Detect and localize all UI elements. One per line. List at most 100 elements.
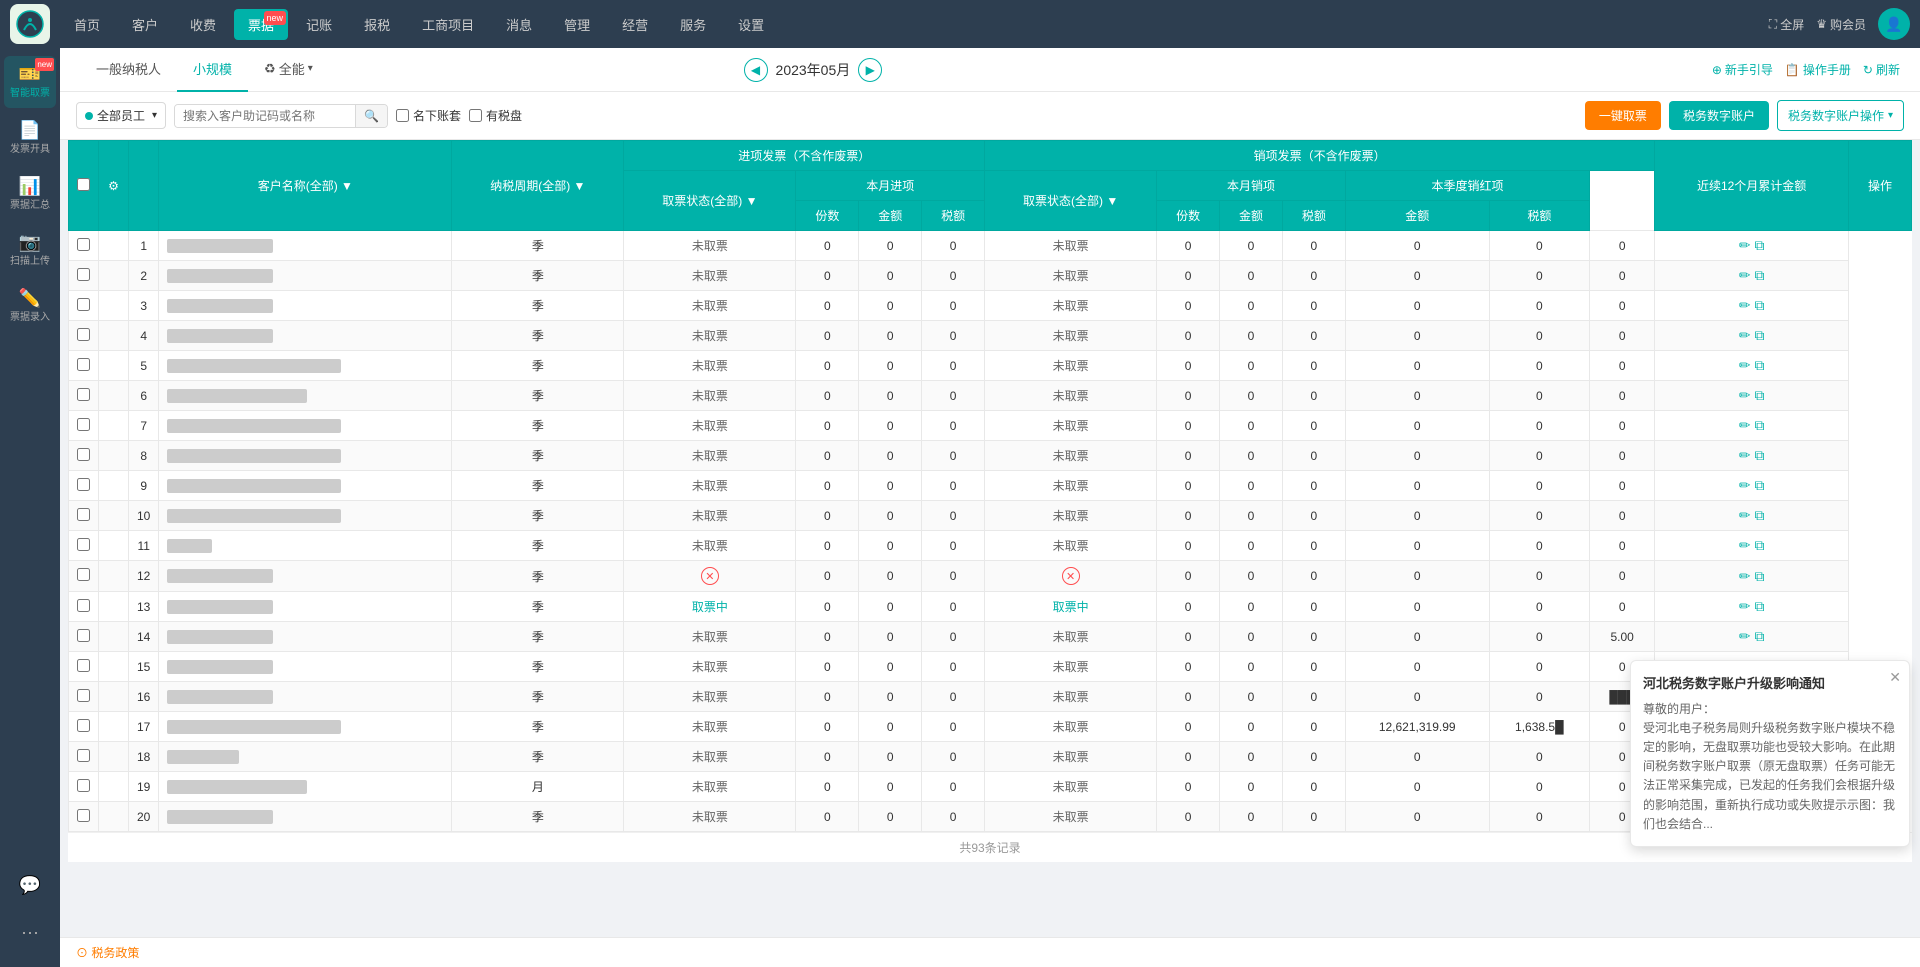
nav-home[interactable]: 首页 <box>60 9 114 40</box>
ledger-checkbox[interactable] <box>396 109 409 122</box>
search-button[interactable]: 🔍 <box>355 105 387 127</box>
edit-btn[interactable]: ✏ <box>1739 447 1751 464</box>
row-checkbox[interactable] <box>77 719 90 732</box>
row-checkbox-cell[interactable] <box>69 772 99 802</box>
copy-btn[interactable]: ⧉ <box>1755 598 1765 615</box>
edit-btn[interactable]: ✏ <box>1739 387 1751 404</box>
th-tax-period[interactable]: 纳税周期(全部) ▼ <box>452 141 624 231</box>
operation-manual-btn[interactable]: 📋 操作手册 <box>1785 61 1851 78</box>
copy-btn[interactable]: ⧉ <box>1755 237 1765 254</box>
new-user-guide-btn[interactable]: ⊕ 新手引导 <box>1712 61 1773 78</box>
copy-btn[interactable]: ⧉ <box>1755 357 1765 374</box>
edit-btn[interactable]: ✏ <box>1739 507 1751 524</box>
edit-btn[interactable]: ✏ <box>1739 628 1751 645</box>
one-click-ticket-btn[interactable]: 一键取票 <box>1585 101 1661 130</box>
row-checkbox[interactable] <box>77 629 90 642</box>
edit-btn[interactable]: ✏ <box>1739 297 1751 314</box>
th-customer-name[interactable]: 客户名称(全部) ▼ <box>159 141 452 231</box>
edit-btn[interactable]: ✏ <box>1739 417 1751 434</box>
copy-btn[interactable]: ⧉ <box>1755 267 1765 284</box>
row-checkbox[interactable] <box>77 298 90 311</box>
copy-btn[interactable]: ⧉ <box>1755 297 1765 314</box>
nav-tax[interactable]: 报税 <box>350 9 404 40</box>
nav-operation[interactable]: 经营 <box>608 9 662 40</box>
prev-month-btn[interactable]: ◀ <box>744 58 768 82</box>
edit-btn[interactable]: ✏ <box>1739 477 1751 494</box>
tax-disk-checkbox-label[interactable]: 有税盘 <box>469 107 522 124</box>
nav-customer[interactable]: 客户 <box>118 9 172 40</box>
employee-select[interactable]: 全部员工 ▾ <box>76 102 166 129</box>
row-checkbox-cell[interactable] <box>69 712 99 742</box>
row-checkbox-cell[interactable] <box>69 561 99 592</box>
row-checkbox[interactable] <box>77 809 90 822</box>
row-checkbox-cell[interactable] <box>69 622 99 652</box>
copy-btn[interactable]: ⧉ <box>1755 447 1765 464</box>
tab-small-scale[interactable]: 小规模 <box>177 48 248 92</box>
notification-close-btn[interactable]: ✕ <box>1889 669 1901 686</box>
nav-business[interactable]: 工商项目 <box>408 9 488 40</box>
row-checkbox[interactable] <box>77 358 90 371</box>
ledger-checkbox-label[interactable]: 名下账套 <box>396 107 461 124</box>
row-checkbox[interactable] <box>77 779 90 792</box>
row-checkbox[interactable] <box>77 599 90 612</box>
copy-btn[interactable]: ⧉ <box>1755 387 1765 404</box>
select-all-checkbox[interactable] <box>77 178 90 191</box>
row-checkbox[interactable] <box>77 328 90 341</box>
edit-btn[interactable]: ✏ <box>1739 237 1751 254</box>
copy-btn[interactable]: ⧉ <box>1755 417 1765 434</box>
th-out-status[interactable]: 取票状态(全部) ▼ <box>985 171 1157 231</box>
row-checkbox[interactable] <box>77 689 90 702</box>
row-checkbox-cell[interactable] <box>69 592 99 622</box>
copy-btn[interactable]: ⧉ <box>1755 568 1765 585</box>
search-input[interactable] <box>175 105 355 127</box>
row-checkbox[interactable] <box>77 508 90 521</box>
row-checkbox-cell[interactable] <box>69 802 99 832</box>
sidebar-item-help[interactable]: 💬 <box>4 867 56 907</box>
row-checkbox-cell[interactable] <box>69 471 99 501</box>
row-checkbox-cell[interactable] <box>69 351 99 381</box>
row-checkbox[interactable] <box>77 568 90 581</box>
tax-policy-link[interactable]: ⊙ 税务政策 <box>76 944 139 961</box>
row-checkbox[interactable] <box>77 418 90 431</box>
tab-all-capable[interactable]: ♻ 全能 ▾ <box>248 48 329 92</box>
fullscreen-btn[interactable]: ⛶ 全屏 <box>1769 16 1804 33</box>
edit-btn[interactable]: ✏ <box>1739 598 1751 615</box>
edit-btn[interactable]: ✏ <box>1739 357 1751 374</box>
nav-management[interactable]: 管理 <box>550 9 604 40</box>
tax-disk-checkbox[interactable] <box>469 109 482 122</box>
row-checkbox-cell[interactable] <box>69 291 99 321</box>
digital-account-btn[interactable]: 税务数字账户 <box>1669 101 1769 130</box>
row-checkbox-cell[interactable] <box>69 531 99 561</box>
edit-btn[interactable]: ✏ <box>1739 537 1751 554</box>
copy-btn[interactable]: ⧉ <box>1755 327 1765 344</box>
digital-account-operation-btn[interactable]: 税务数字账户操作 ▾ <box>1777 100 1904 131</box>
copy-btn[interactable]: ⧉ <box>1755 477 1765 494</box>
row-checkbox-cell[interactable] <box>69 321 99 351</box>
th-in-status[interactable]: 取票状态(全部) ▼ <box>624 171 796 231</box>
user-avatar[interactable]: 👤 <box>1878 8 1910 40</box>
sidebar-item-smart-ticket[interactable]: 🎫 智能取票 new <box>4 56 56 108</box>
nav-accounting[interactable]: 记账 <box>292 9 346 40</box>
edit-btn[interactable]: ✏ <box>1739 327 1751 344</box>
sidebar-item-more[interactable]: ⋯ <box>4 915 56 955</box>
nav-billing[interactable]: 收费 <box>176 9 230 40</box>
row-checkbox-cell[interactable] <box>69 441 99 471</box>
sidebar-item-invoice-entry[interactable]: ✏️ 票据录入 <box>4 280 56 332</box>
sidebar-item-invoice-summary[interactable]: 📊 票据汇总 <box>4 168 56 220</box>
copy-btn[interactable]: ⧉ <box>1755 628 1765 645</box>
copy-btn[interactable]: ⧉ <box>1755 507 1765 524</box>
row-checkbox-cell[interactable] <box>69 682 99 712</box>
row-checkbox-cell[interactable] <box>69 652 99 682</box>
nav-message[interactable]: 消息 <box>492 9 546 40</box>
row-checkbox-cell[interactable] <box>69 231 99 261</box>
row-checkbox[interactable] <box>77 388 90 401</box>
edit-btn[interactable]: ✏ <box>1739 267 1751 284</box>
nav-settings[interactable]: 设置 <box>724 9 778 40</box>
sidebar-item-scan-upload[interactable]: 📷 扫描上传 <box>4 224 56 276</box>
refresh-btn[interactable]: ↻ 刷新 <box>1863 61 1900 78</box>
row-checkbox[interactable] <box>77 268 90 281</box>
nav-service[interactable]: 服务 <box>666 9 720 40</box>
row-checkbox[interactable] <box>77 659 90 672</box>
row-checkbox-cell[interactable] <box>69 381 99 411</box>
row-checkbox-cell[interactable] <box>69 261 99 291</box>
